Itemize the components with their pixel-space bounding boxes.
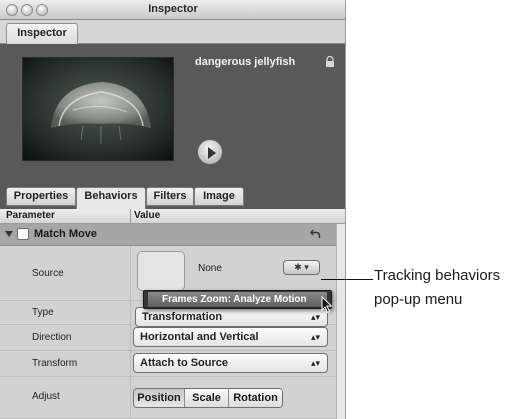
undo-icon[interactable] (310, 228, 321, 242)
type-value: Transformation (142, 311, 223, 323)
source-well[interactable] (137, 251, 185, 291)
transform-popup[interactable]: Attach to Source ▴▾ (133, 353, 328, 373)
clip-thumbnail (22, 57, 174, 161)
tab-properties[interactable]: Properties (6, 187, 76, 206)
behavior-enable-checkbox[interactable] (17, 228, 29, 240)
top-tab-bar: Inspector (0, 20, 345, 44)
mouse-pointer-icon (321, 295, 333, 317)
param-row-direction: Direction Horizontal and Vertical ▴▾ (0, 325, 345, 351)
tracking-behaviors-popup-button[interactable]: ✱ ▾ (283, 260, 320, 275)
window-title: Inspector (148, 3, 198, 15)
transform-value: Attach to Source (140, 357, 229, 369)
tab-filters[interactable]: Filters (146, 187, 194, 206)
behavior-header-row: Match Move (0, 224, 345, 246)
adjust-segmented-control: Position Scale Rotation (133, 388, 283, 408)
callout-label: Tracking behaviors pop-up menu (374, 264, 529, 312)
adjust-position-segment[interactable]: Position (134, 389, 185, 407)
lock-icon[interactable] (325, 55, 335, 71)
disclosure-triangle-icon[interactable] (5, 231, 13, 237)
header-value: Value (134, 210, 161, 221)
tab-behaviors[interactable]: Behaviors (76, 187, 146, 209)
adjust-scale-segment[interactable]: Scale (185, 389, 229, 407)
play-icon[interactable] (197, 139, 223, 165)
column-header: Parameter Value (0, 209, 345, 224)
popup-arrows-icon: ▴▾ (310, 312, 320, 322)
vertical-scrollbar[interactable] (336, 224, 345, 419)
source-label: Source (32, 268, 64, 279)
callout-line-2: pop-up menu (374, 291, 463, 308)
inspector-window: Inspector Inspector dangerous jellyfish … (0, 0, 346, 419)
adjust-rotation-segment[interactable]: Rotation (229, 389, 282, 407)
direction-label: Direction (32, 332, 72, 343)
direction-popup[interactable]: Horizontal and Vertical ▴▾ (133, 327, 328, 347)
callout-line-1: Tracking behaviors (374, 267, 501, 284)
source-value: None (198, 263, 222, 274)
popup-arrows-icon: ▴▾ (310, 358, 320, 368)
preview-area: dangerous jellyfish (0, 44, 345, 187)
callout-leader-line (321, 279, 373, 280)
popup-arrows-icon: ▴▾ (310, 332, 320, 342)
transform-label: Transform (32, 358, 78, 369)
inspector-tabs: Properties Behaviors Filters Image (0, 187, 345, 209)
header-parameter: Parameter (6, 210, 55, 221)
adjust-label: Adjust (32, 391, 60, 402)
tab-image[interactable]: Image (194, 187, 244, 206)
window-titlebar[interactable]: Inspector (0, 0, 345, 20)
behavior-name: Match Move (34, 228, 97, 240)
gear-icon: ✱ ▾ (294, 262, 309, 272)
tab-inspector[interactable]: Inspector (6, 23, 78, 44)
direction-value: Horizontal and Vertical (140, 331, 259, 343)
tracking-behaviors-popup-menu: Frames Zoom: Analyze Motion (143, 290, 332, 309)
type-label: Type (32, 307, 54, 318)
type-popup[interactable]: Transformation ▴▾ (135, 307, 328, 327)
clip-name: dangerous jellyfish (195, 56, 296, 68)
param-row-transform: Transform Attach to Source ▴▾ (0, 351, 345, 377)
menu-item-analyze-motion[interactable]: Frames Zoom: Analyze Motion (148, 292, 327, 307)
